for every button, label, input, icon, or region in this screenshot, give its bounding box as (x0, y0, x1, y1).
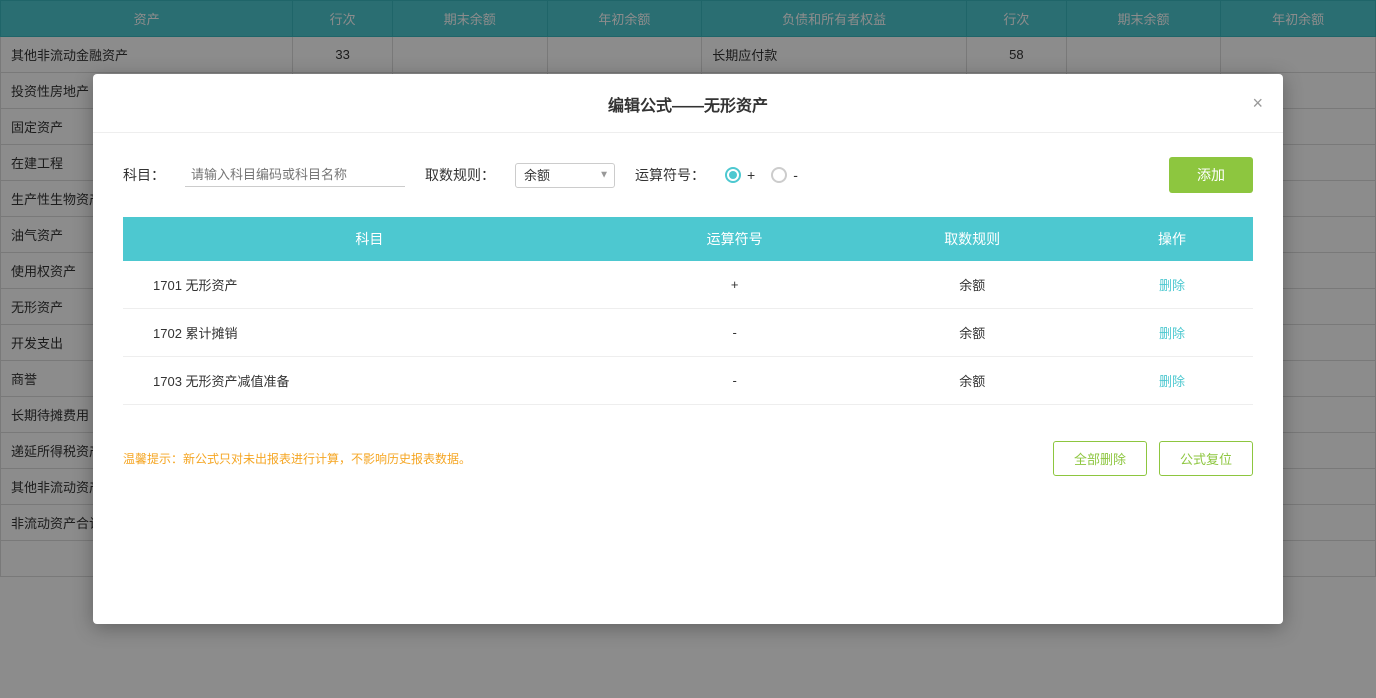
formula-rule: 余额 (853, 309, 1091, 357)
form-row: 科目： 取数规则： 余额 借方 贷方 借方发生额 贷方发生额 ▼ 运算符号 (123, 157, 1253, 193)
footer-buttons: 全部删除 公式复位 (1053, 441, 1253, 476)
formula-rule: 余额 (853, 261, 1091, 309)
formula-operator: - (616, 357, 854, 405)
formula-action: 删除 (1091, 309, 1253, 357)
operator-radio-group: + - (725, 167, 798, 183)
rule-label: 取数规则： (425, 165, 495, 185)
add-button[interactable]: 添加 (1169, 157, 1253, 193)
formula-subject: 1701 无形资产 (123, 261, 616, 309)
close-button[interactable]: × (1248, 94, 1267, 112)
formula-operator: - (616, 309, 854, 357)
th-operator: 运算符号 (616, 217, 854, 261)
subject-input[interactable] (185, 163, 405, 187)
rule-select-wrap: 余额 借方 贷方 借方发生额 贷方发生额 ▼ (515, 163, 615, 188)
reset-formula-button[interactable]: 公式复位 (1159, 441, 1253, 476)
formula-row: 1703 无形资产减值准备 - 余额 删除 (123, 357, 1253, 405)
tip-text: 温馨提示：新公式只对未出报表进行计算，不影响历史报表数据。 (123, 450, 471, 467)
radio-plus[interactable]: + (725, 167, 755, 183)
subject-label: 科目： (123, 165, 165, 185)
delete-link[interactable]: 删除 (1159, 326, 1185, 341)
delete-all-button[interactable]: 全部删除 (1053, 441, 1147, 476)
th-action: 操作 (1091, 217, 1253, 261)
formula-action: 删除 (1091, 261, 1253, 309)
radio-plus-circle (725, 167, 741, 183)
th-rule: 取数规则 (853, 217, 1091, 261)
radio-minus-circle (771, 167, 787, 183)
operator-label: 运算符号： (635, 165, 705, 185)
modal-title: 编辑公式——无形资产 (608, 98, 768, 115)
formula-table: 科目 运算符号 取数规则 操作 1701 无形资产 + 余额 删除 1702 累… (123, 217, 1253, 405)
modal-header: 编辑公式——无形资产 × (93, 74, 1283, 133)
formula-row: 1701 无形资产 + 余额 删除 (123, 261, 1253, 309)
modal-dialog: 编辑公式——无形资产 × 科目： 取数规则： 余额 借方 贷方 借方发生额 (93, 74, 1283, 624)
modal-body: 科目： 取数规则： 余额 借方 贷方 借方发生额 贷方发生额 ▼ 运算符号 (93, 133, 1283, 425)
modal-overlay: 编辑公式——无形资产 × 科目： 取数规则： 余额 借方 贷方 借方发生额 (0, 0, 1376, 698)
th-subject: 科目 (123, 217, 616, 261)
delete-link[interactable]: 删除 (1159, 374, 1185, 389)
formula-subject: 1702 累计摊销 (123, 309, 616, 357)
delete-link[interactable]: 删除 (1159, 278, 1185, 293)
radio-minus[interactable]: - (771, 167, 798, 183)
page-container: 资产 行次 期末余额 年初余额 负债和所有者权益 行次 期末余额 年初余额 其他… (0, 0, 1376, 698)
formula-action: 删除 (1091, 357, 1253, 405)
formula-operator: + (616, 261, 854, 309)
radio-minus-label: - (793, 167, 798, 183)
formula-row: 1702 累计摊销 - 余额 删除 (123, 309, 1253, 357)
table-header-row: 科目 运算符号 取数规则 操作 (123, 217, 1253, 261)
rule-select[interactable]: 余额 借方 贷方 借方发生额 贷方发生额 (515, 163, 615, 188)
formula-rule: 余额 (853, 357, 1091, 405)
radio-plus-label: + (747, 167, 755, 183)
formula-subject: 1703 无形资产减值准备 (123, 357, 616, 405)
modal-footer: 温馨提示：新公式只对未出报表进行计算，不影响历史报表数据。 全部删除 公式复位 (93, 425, 1283, 496)
